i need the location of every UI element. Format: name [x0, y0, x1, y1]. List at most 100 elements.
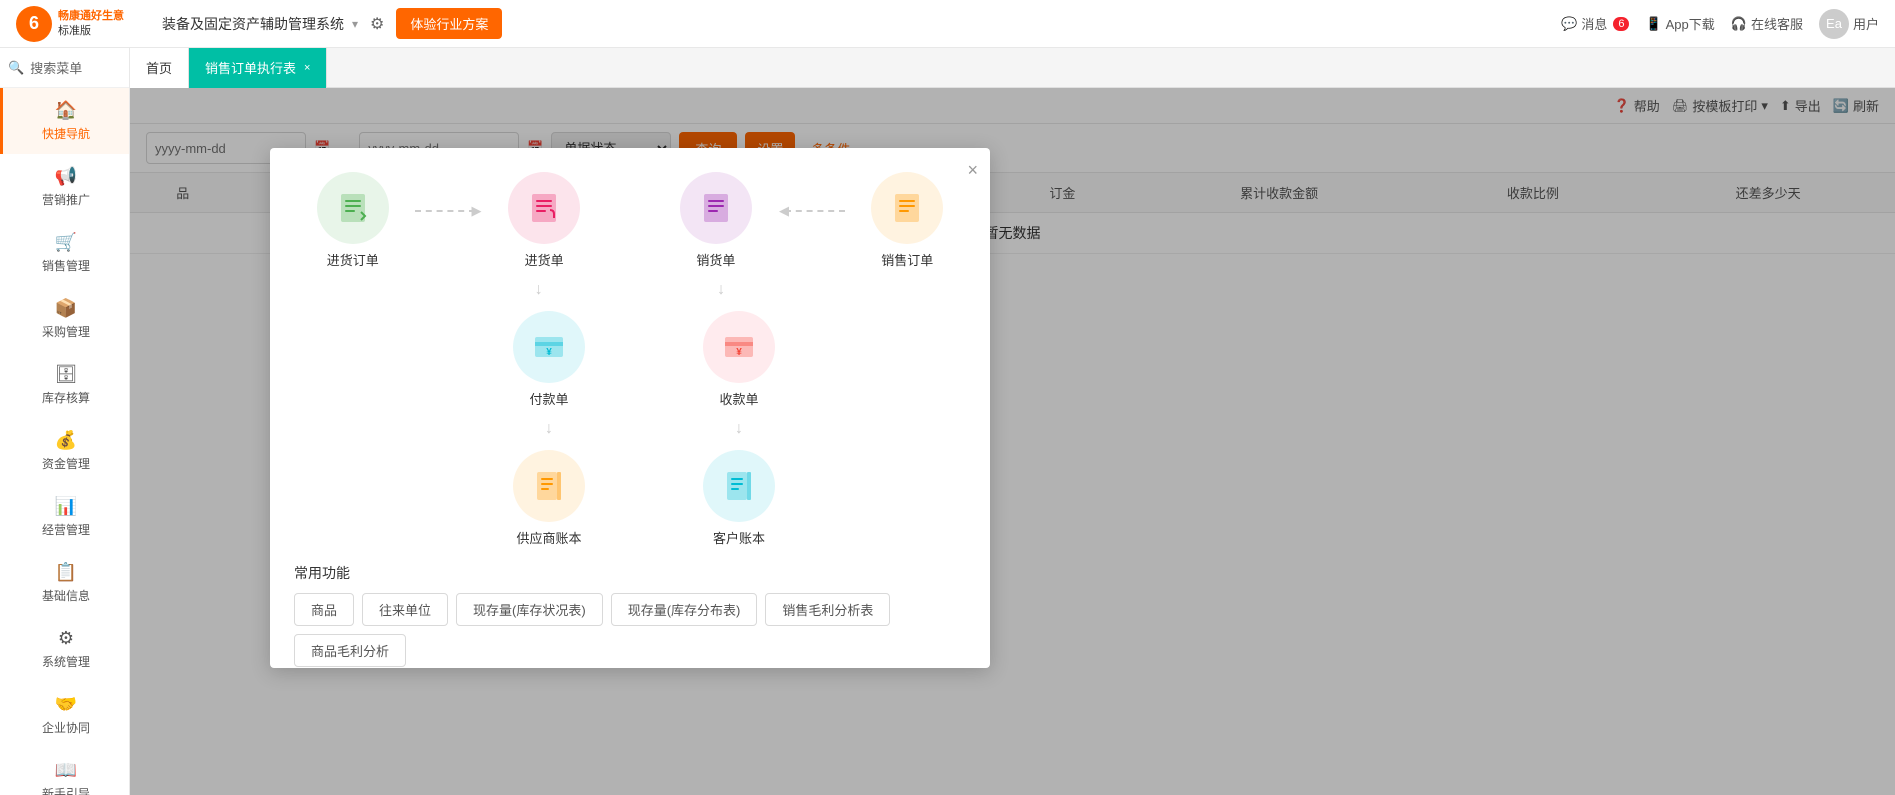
sidebar-item-system[interactable]: ⚙ 系统管理	[0, 616, 129, 682]
arrow-sales-order-to-bill: ▶	[775, 203, 849, 219]
user-area[interactable]: Ea 用户	[1819, 9, 1879, 39]
func-btn-product[interactable]: 商品	[294, 593, 354, 626]
message-icon: 💬	[1561, 16, 1577, 32]
sidebar-item-marketing[interactable]: 📢 营销推广	[0, 154, 129, 220]
receipt-bill-circle: ¥	[703, 311, 775, 383]
sidebar-item-operations[interactable]: 📊 经营管理	[0, 484, 129, 550]
experience-btn[interactable]: 体验行业方案	[396, 8, 502, 39]
svg-text:¥: ¥	[546, 347, 552, 358]
customer-ledger-circle	[703, 450, 775, 522]
sales-bill-node[interactable]: 销货单	[657, 172, 774, 269]
supplier-ledger-label: 供应商账本	[516, 528, 581, 547]
purchase-bill-circle	[508, 172, 580, 244]
top-right-area: 💬 消息 6 📱 App下载 🎧 在线客服 Ea 用户	[1561, 9, 1879, 39]
sales-order-label: 销售订单	[881, 250, 933, 269]
purchase-icon: 📦	[55, 298, 77, 319]
logo-area: 6 畅康通好生意 标准版	[16, 6, 146, 42]
purchase-order-label: 进货订单	[327, 250, 379, 269]
arrow-down-sales-bill: ↓	[717, 281, 725, 299]
func-btn-stock-dist[interactable]: 现存量(库存分布表)	[611, 593, 758, 626]
top-bar: 6 畅康通好生意 标准版 装备及固定资产辅助管理系统 ▾ ⚙ 体验行业方案 💬 …	[0, 0, 1895, 48]
tab-home[interactable]: 首页	[130, 48, 189, 88]
quick-nav-icon: 🏠	[55, 100, 77, 121]
sidebar-item-enterprise[interactable]: 🤝 企业协同	[0, 682, 129, 748]
tab-close-icon[interactable]: ×	[304, 62, 310, 74]
arrow-down-payment: ↓	[545, 420, 553, 438]
download-icon: 📱	[1645, 16, 1661, 32]
inventory-icon: 🗄	[55, 364, 78, 385]
service-icon: 🎧	[1731, 16, 1747, 32]
sidebar-item-inventory[interactable]: 🗄 库存核算	[0, 352, 129, 418]
arrow-purchase-to-bill: ▶	[411, 203, 485, 219]
app-logo-icon: 6	[16, 6, 52, 42]
app-download-btn[interactable]: 📱 App下载	[1645, 14, 1714, 33]
main-content: ❓ 帮助 🖨 按模板打印 ▾ ⬆ 导出	[130, 88, 1895, 795]
tab-sales-order-exec[interactable]: 销售订单执行表 ×	[189, 48, 327, 88]
operations-icon: 📊	[55, 496, 77, 517]
workflow-row-3: ¥ 付款单	[294, 311, 966, 408]
sidebar-item-basic-info[interactable]: 📋 基础信息	[0, 550, 129, 616]
common-functions: 常用功能 商品 往来单位 现存量(库存状况表) 现存量(库存分布表) 销售毛利分…	[294, 563, 966, 668]
message-btn[interactable]: 💬 消息 6	[1561, 14, 1629, 33]
app-container: 6 畅康通好生意 标准版 装备及固定资产辅助管理系统 ▾ ⚙ 体验行业方案 💬 …	[0, 0, 1895, 795]
main-area: 🔍 搜索菜单 🏠 快捷导航 📢 营销推广 🛒 销售管理 📦 采购管理 🗄	[0, 48, 1895, 795]
system-dropdown-arrow[interactable]: ▾	[352, 17, 358, 31]
system-icon: ⚙	[58, 628, 74, 649]
modal-close-icon[interactable]: ×	[967, 160, 978, 181]
sales-order-node[interactable]: 销售订单	[849, 172, 966, 269]
sidebar-item-sales[interactable]: 🛒 销售管理	[0, 220, 129, 286]
sales-order-circle	[871, 172, 943, 244]
payment-bill-node[interactable]: ¥ 付款单	[484, 311, 614, 408]
sales-bill-circle	[680, 172, 752, 244]
tab-bar: 首页 销售订单执行表 ×	[130, 48, 1895, 88]
search-icon: 🔍	[8, 60, 24, 76]
func-btn-contacts[interactable]: 往来单位	[362, 593, 448, 626]
receipt-bill-node[interactable]: ¥ 收款单	[674, 311, 804, 408]
receipt-bill-label: 收款单	[719, 389, 758, 408]
marketing-icon: 📢	[55, 166, 77, 187]
sales-icon: 🛒	[55, 232, 77, 253]
sidebar-item-newbie[interactable]: 📖 新手引导	[0, 748, 129, 795]
func-btn-stock-status[interactable]: 现存量(库存状况表)	[456, 593, 603, 626]
enterprise-icon: 🤝	[55, 694, 77, 715]
basic-info-icon: 📋	[55, 562, 77, 583]
online-service-btn[interactable]: 🎧 在线客服	[1731, 14, 1803, 33]
sidebar: 🔍 搜索菜单 🏠 快捷导航 📢 营销推广 🛒 销售管理 📦 采购管理 🗄	[0, 48, 130, 795]
purchase-order-node[interactable]: 进货订单	[294, 172, 411, 269]
finance-icon: 💰	[55, 430, 77, 451]
settings-icon[interactable]: ⚙	[370, 14, 384, 34]
message-badge: 6	[1613, 17, 1629, 31]
workflow-row-4: ↓ ↓	[294, 416, 966, 442]
content-area: 首页 销售订单执行表 × ❓ 帮助	[130, 48, 1895, 795]
purchase-order-circle	[317, 172, 389, 244]
payment-bill-label: 付款单	[529, 389, 568, 408]
supplier-ledger-circle	[513, 450, 585, 522]
workflow-row-1: 进货订单 ▶	[294, 172, 966, 269]
sidebar-item-quick-nav[interactable]: 🏠 快捷导航	[0, 88, 129, 154]
modal-overlay[interactable]: ×	[130, 88, 1895, 795]
avatar: Ea	[1819, 9, 1849, 39]
sidebar-search[interactable]: 🔍 搜索菜单	[0, 48, 129, 88]
payment-bill-circle: ¥	[513, 311, 585, 383]
arrow-down-purchase-bill: ↓	[535, 281, 543, 299]
workflow-modal: ×	[270, 148, 990, 668]
purchase-bill-label: 进货单	[525, 250, 564, 269]
workflow-row-5: 供应商账本	[294, 450, 966, 547]
purchase-bill-node[interactable]: 进货单	[485, 172, 602, 269]
func-btn-product-gross[interactable]: 商品毛利分析	[294, 634, 406, 667]
system-title: 装备及固定资产辅助管理系统	[162, 14, 344, 34]
newbie-icon: 📖	[55, 760, 77, 781]
func-btn-sales-gross[interactable]: 销售毛利分析表	[765, 593, 890, 626]
system-name: 装备及固定资产辅助管理系统 ▾ ⚙	[162, 14, 384, 34]
user-name: 用户	[1853, 14, 1879, 33]
supplier-ledger-node[interactable]: 供应商账本	[484, 450, 614, 547]
common-functions-title: 常用功能	[294, 563, 966, 583]
sidebar-item-purchase[interactable]: 📦 采购管理	[0, 286, 129, 352]
function-buttons-row1: 商品 往来单位 现存量(库存状况表) 现存量(库存分布表) 销售毛利分析表 商品…	[294, 593, 966, 667]
customer-ledger-node[interactable]: 客户账本	[674, 450, 804, 547]
customer-ledger-label: 客户账本	[713, 528, 765, 547]
svg-text:¥: ¥	[736, 347, 742, 358]
workflow-row-2: ↓ ↓	[294, 277, 966, 303]
sidebar-item-finance[interactable]: 💰 资金管理	[0, 418, 129, 484]
arrow-down-receipt: ↓	[735, 420, 743, 438]
